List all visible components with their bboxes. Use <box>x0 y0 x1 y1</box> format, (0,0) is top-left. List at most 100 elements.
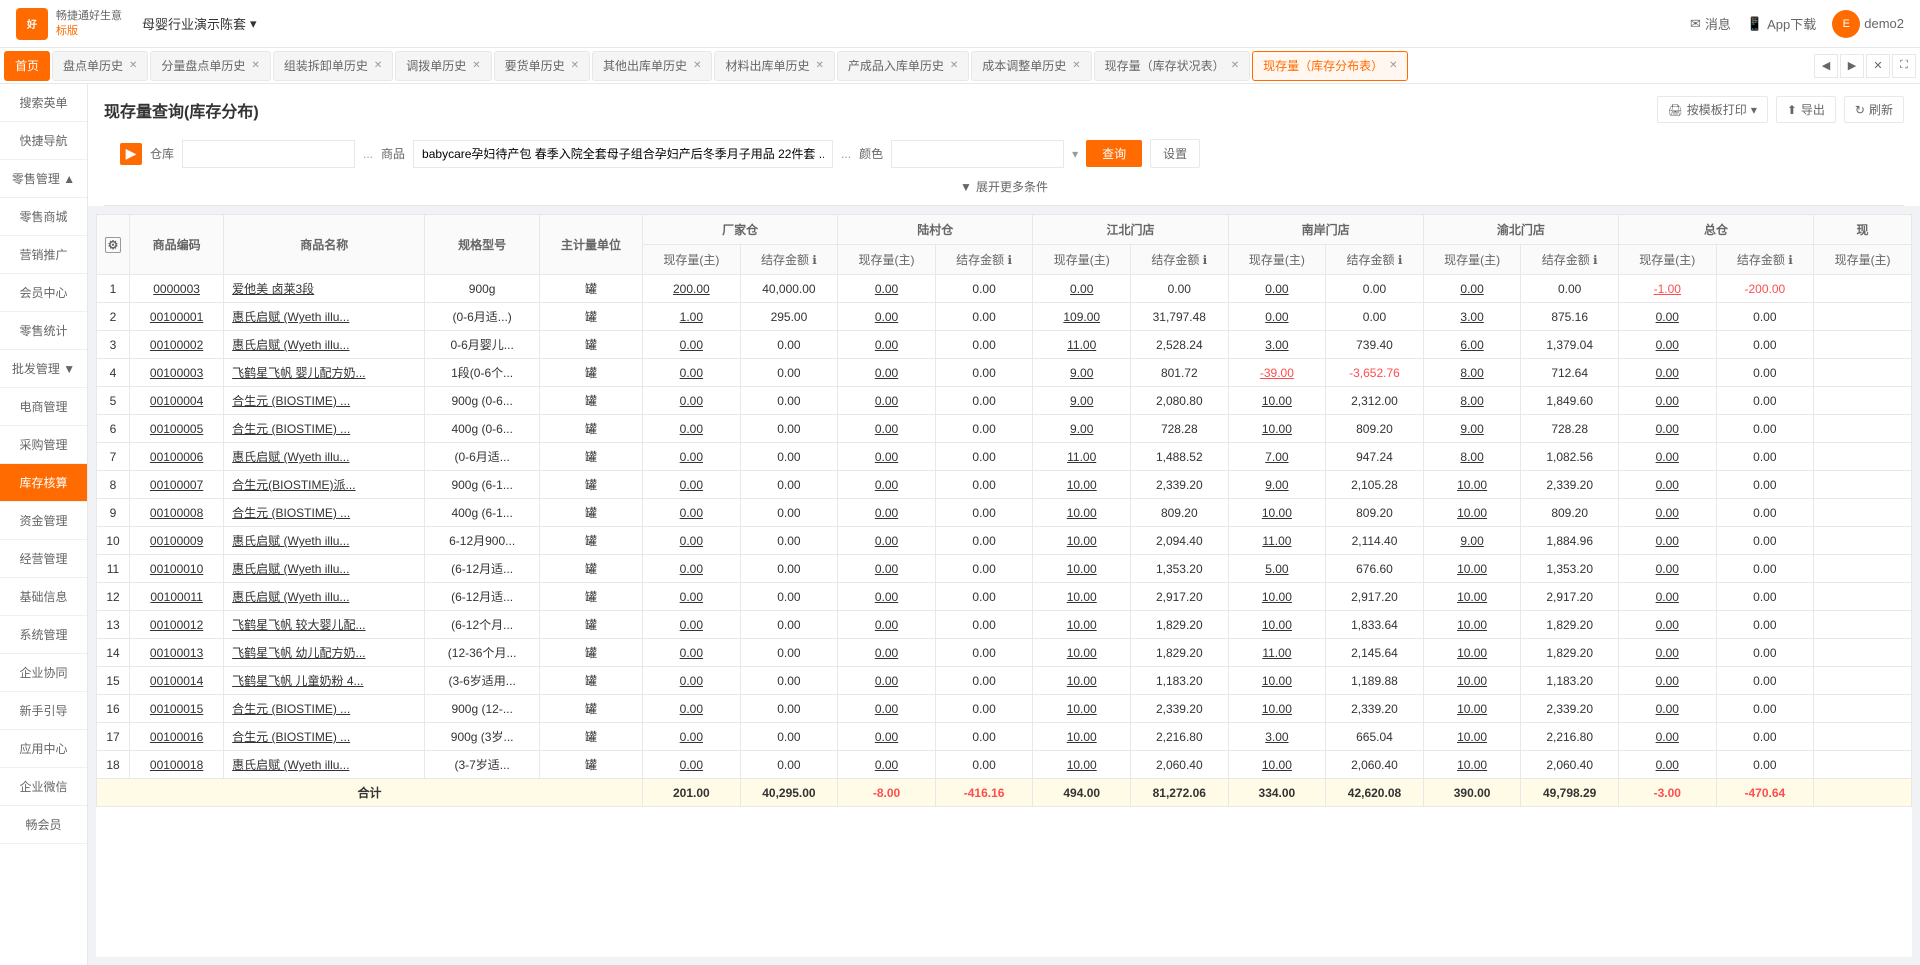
close-icon[interactable]: ✕ <box>571 60 579 71</box>
table-cell: 12 <box>97 583 130 611</box>
table-cell: 0.00 <box>740 611 838 639</box>
page-header: 现存量查询(库存分布) 🖨 按模板打印 ▾ ⬆ 导出 ↻ 刷新 <box>88 84 1920 206</box>
col-zongcang-amt: 结存金额 ℹ <box>1716 245 1814 275</box>
user-area[interactable]: E demo2 <box>1832 10 1904 38</box>
sidebar-item-marketing[interactable]: 营销推广 <box>0 236 87 274</box>
export-btn[interactable]: ⬆ 导出 <box>1776 96 1836 123</box>
sidebar-item-appcenter[interactable]: 应用中心 <box>0 730 87 768</box>
setting-btn[interactable]: 设置 <box>1150 139 1200 168</box>
table-cell: 10.00 <box>1423 723 1521 751</box>
table-cell <box>1814 667 1912 695</box>
tab-diaob[interactable]: 调拨单历史 ✕ <box>395 51 491 81</box>
table-cell: 0.00 <box>740 527 838 555</box>
color-input[interactable] <box>891 140 1064 168</box>
logo-area: 好 畅捷通好生意 标版 母婴行业演示陈套 ▾ <box>16 8 257 40</box>
table-cell: 罐 <box>539 695 642 723</box>
col-name: 商品名称 <box>224 215 425 275</box>
table-cell: 8.00 <box>1423 443 1521 471</box>
close-icon[interactable]: ✕ <box>472 60 480 71</box>
sidebar-item-collab[interactable]: 企业协同 <box>0 654 87 692</box>
table-cell: 0.00 <box>740 639 838 667</box>
message-btn[interactable]: ✉ 消息 <box>1690 14 1731 33</box>
table-cell: 0.00 <box>838 695 936 723</box>
table-cell: 11.00 <box>1228 527 1326 555</box>
table-cell: 809.20 <box>1131 499 1229 527</box>
tab-close-all-btn[interactable]: ✕ <box>1866 54 1890 78</box>
close-icon[interactable]: ✕ <box>1231 60 1239 71</box>
close-icon[interactable]: ✕ <box>693 60 701 71</box>
table-row: 300100002惠氏启赋 (Wyeth illu...0-6月婴儿...罐0.… <box>97 331 1912 359</box>
table-cell: 400g (0-6... <box>425 415 540 443</box>
tab-next-btn[interactable]: ▶ <box>1840 54 1864 78</box>
warehouse-input[interactable] <box>182 140 355 168</box>
sidebar-item-inventory[interactable]: 库存核算 <box>0 464 87 502</box>
close-icon[interactable]: ✕ <box>815 60 823 71</box>
sidebar-item-retail-stats[interactable]: 零售统计 <box>0 312 87 350</box>
table-cell: 0.00 <box>838 639 936 667</box>
close-icon[interactable]: ✕ <box>950 60 958 71</box>
sidebar-item-wholesale-mgmt[interactable]: 批发管理 ▼ <box>0 350 87 388</box>
table-cell: 罐 <box>539 611 642 639</box>
sidebar-item-retail-mall[interactable]: 零售商城 <box>0 198 87 236</box>
tab-inventory-status[interactable]: 现存量（库存状况表）✕ <box>1094 51 1250 81</box>
sidebar-item-wechat[interactable]: 企业微信 <box>0 768 87 806</box>
table-cell: (12-36个月... <box>425 639 540 667</box>
print-btn[interactable]: 🖨 按模板打印 ▾ <box>1657 96 1768 123</box>
search-btn[interactable]: 查询 <box>1086 140 1142 167</box>
table-cell: 合生元 (BIOSTIME) ... <box>224 723 425 751</box>
table-row: 900100008合生元 (BIOSTIME) ...400g (6-1...罐… <box>97 499 1912 527</box>
table-container[interactable]: ⚙ 商品编码 商品名称 规格型号 主计量单位 厂家仓 陆村仓 江北门店 南岸门店… <box>96 214 1912 957</box>
tab-expand-btn[interactable]: ⛶ <box>1892 54 1916 78</box>
goods-input[interactable] <box>413 140 833 168</box>
table-cell <box>1814 387 1912 415</box>
table-cell: 合生元 (BIOSTIME) ... <box>224 499 425 527</box>
sidebar-item-member[interactable]: 会员中心 <box>0 274 87 312</box>
tab-pandian[interactable]: 盘点单历史 ✕ <box>52 51 148 81</box>
sidebar-item-basic[interactable]: 基础信息 <box>0 578 87 616</box>
col-jiangbei: 江北门店 <box>1033 215 1228 245</box>
table-cell: 8.00 <box>1423 359 1521 387</box>
sidebar-item-ecom[interactable]: 电商管理 <box>0 388 87 426</box>
settings-icon[interactable]: ⚙ <box>105 237 121 253</box>
table-cell: 665.04 <box>1326 723 1424 751</box>
tab-fenpandian[interactable]: 分量盘点单历史 ✕ <box>150 51 270 81</box>
tab-zuchaichu[interactable]: 组装拆卸单历史 ✕ <box>273 51 393 81</box>
tab-prev-btn[interactable]: ◀ <box>1814 54 1838 78</box>
table-cell: 0.00 <box>643 555 741 583</box>
sidebar-item-search[interactable]: 搜索英单 <box>0 84 87 122</box>
table-cell: 00100013 <box>130 639 224 667</box>
tab-qitachu[interactable]: 其他出库单历史 ✕ <box>592 51 712 81</box>
table-cell: 0.00 <box>935 555 1033 583</box>
tab-chancheng[interactable]: 产成品入库单历史 ✕ <box>837 51 969 81</box>
expand-filter-btn[interactable]: ▼ 展开更多条件 <box>960 178 1048 195</box>
tab-home[interactable]: 首页 <box>4 51 50 81</box>
close-icon[interactable]: ✕ <box>251 60 259 71</box>
sidebar-item-member2[interactable]: 畅会员 <box>0 806 87 844</box>
close-icon[interactable]: ✕ <box>374 60 382 71</box>
table-cell: 0.00 <box>740 751 838 779</box>
sidebar-item-operation[interactable]: 经营管理 <box>0 540 87 578</box>
table-cell: 2,094.40 <box>1131 527 1229 555</box>
table-cell: 10.00 <box>1423 667 1521 695</box>
table-cell: 0.00 <box>740 359 838 387</box>
tab-cailiao[interactable]: 材料出库单历史 ✕ <box>714 51 834 81</box>
sidebar-item-quick-nav[interactable]: 快捷导航 <box>0 122 87 160</box>
close-icon[interactable]: ✕ <box>1072 60 1080 71</box>
col-settings[interactable]: ⚙ <box>97 215 130 275</box>
sidebar-item-finance[interactable]: 资金管理 <box>0 502 87 540</box>
sidebar-item-system[interactable]: 系统管理 <box>0 616 87 654</box>
tab-yaohuo[interactable]: 要货单历史 ✕ <box>494 51 590 81</box>
tab-inventory-dist[interactable]: 现存量（库存分布表）✕ <box>1252 51 1408 81</box>
app-download-btn[interactable]: 📱 App下载 <box>1747 14 1816 33</box>
table-cell: 900g (3岁... <box>425 723 540 751</box>
refresh-btn[interactable]: ↻ 刷新 <box>1844 96 1904 123</box>
industry-selector[interactable]: 母婴行业演示陈套 ▾ <box>142 14 257 33</box>
filter-toggle-btn[interactable]: ▶ <box>120 143 142 165</box>
sidebar-item-retail-mgmt[interactable]: 零售管理 ▲ <box>0 160 87 198</box>
sidebar-item-guide[interactable]: 新手引导 <box>0 692 87 730</box>
table-cell: 合生元 (BIOSTIME) ... <box>224 387 425 415</box>
sidebar-item-purchase[interactable]: 采购管理 <box>0 426 87 464</box>
close-icon[interactable]: ✕ <box>1389 60 1397 71</box>
tab-chengbentiaoz[interactable]: 成本调整单历史 ✕ <box>971 51 1091 81</box>
close-icon[interactable]: ✕ <box>129 60 137 71</box>
